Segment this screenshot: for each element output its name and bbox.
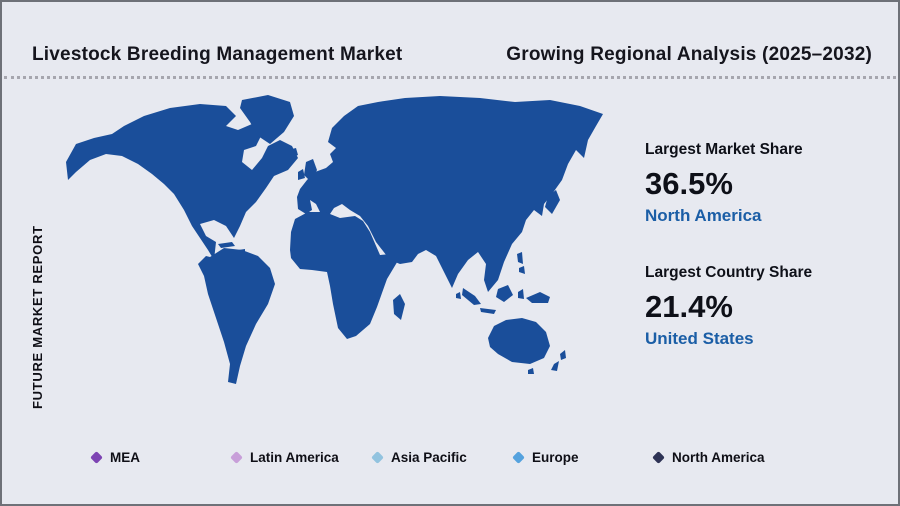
- continent-south-america: [198, 248, 275, 384]
- brand-side-label: FUTURE MARKET REPORT: [30, 225, 45, 409]
- island-borneo: [496, 285, 513, 302]
- island-tasmania: [528, 368, 534, 374]
- page-title-right: Growing Regional Analysis (2025–2032): [506, 44, 872, 65]
- stat-largest-market-share: Largest Market Share 36.5% North America: [645, 141, 895, 226]
- legend-label: MEA: [110, 450, 140, 465]
- continent-australia: [488, 318, 550, 364]
- world-map: [66, 95, 603, 384]
- world-map-container: [60, 92, 622, 409]
- page-title-left: Livestock Breeding Management Market: [32, 44, 403, 65]
- legend-item-europe: Europe: [512, 450, 579, 465]
- legend-item-mea: MEA: [90, 450, 140, 465]
- stats-panel: Largest Market Share 36.5% North America…: [645, 141, 895, 349]
- legend-item-asia-pacific: Asia Pacific: [371, 450, 467, 465]
- legend-dot-icon: [90, 451, 103, 464]
- legend-dot-icon: [512, 451, 525, 464]
- island-ireland: [298, 169, 305, 180]
- legend-dot-icon: [652, 451, 665, 464]
- island-java: [480, 308, 496, 314]
- island-new-guinea: [526, 292, 550, 303]
- island-madagascar: [393, 294, 405, 320]
- legend-dot-icon: [371, 451, 384, 464]
- stat-largest-country-share: Largest Country Share 21.4% United State…: [645, 264, 895, 349]
- island-cuba: [218, 242, 235, 248]
- legend-item-latin-america: Latin America: [230, 450, 339, 465]
- stat-value: 21.4%: [645, 289, 733, 324]
- islands-philippines: [517, 252, 525, 274]
- stat-label: Largest Country Share: [645, 264, 813, 281]
- header: Livestock Breeding Management Market Gro…: [32, 44, 872, 66]
- legend-label: Latin America: [250, 450, 339, 465]
- stat-value: 36.5%: [645, 166, 733, 201]
- stat-region: North America: [645, 206, 762, 225]
- legend-label: Europe: [532, 450, 579, 465]
- infographic-frame: Livestock Breeding Management Market Gro…: [0, 0, 900, 506]
- legend-item-north-america: North America: [652, 450, 765, 465]
- stat-label: Largest Market Share: [645, 141, 803, 158]
- stat-region: United States: [645, 329, 754, 348]
- legend-label: North America: [672, 450, 765, 465]
- islands-new-zealand: [551, 350, 566, 371]
- island-sri-lanka: [456, 292, 461, 299]
- dotted-divider: [4, 76, 896, 79]
- legend-label: Asia Pacific: [391, 450, 467, 465]
- island-sulawesi: [518, 289, 524, 299]
- island-sumatra: [462, 288, 481, 305]
- legend-dot-icon: [230, 451, 243, 464]
